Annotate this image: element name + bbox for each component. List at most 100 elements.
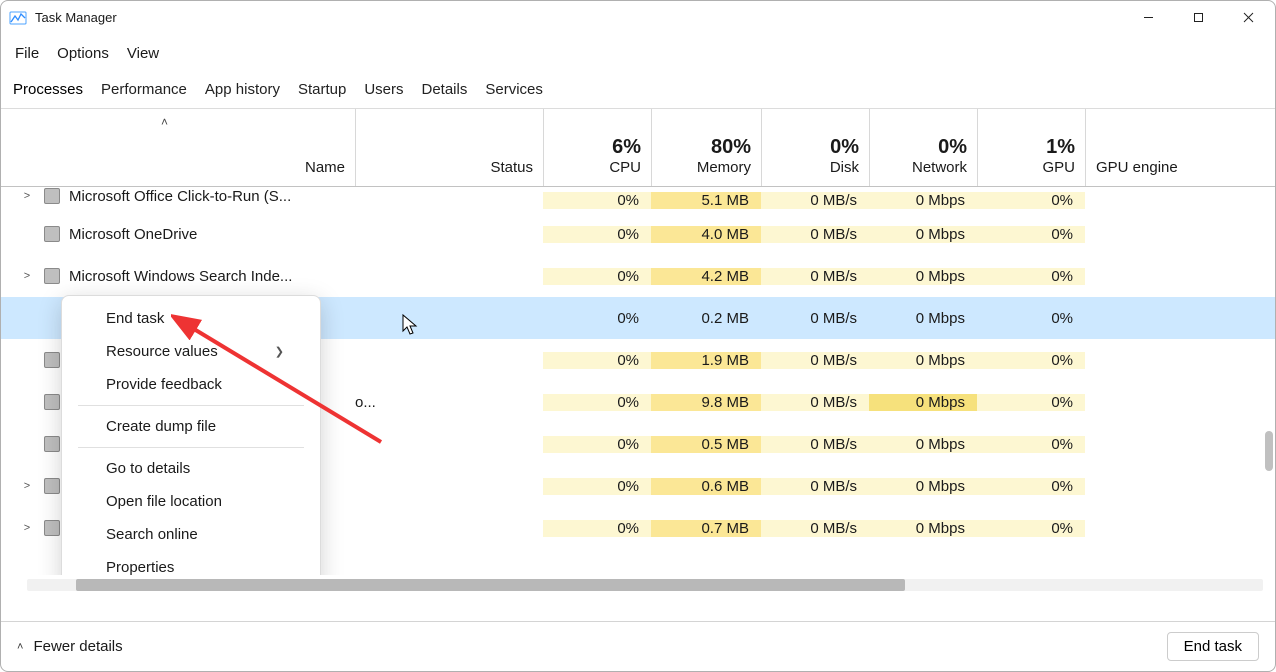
menu-view[interactable]: View [127,45,159,62]
column-status-label: Status [490,159,533,176]
cell-gpu: 0% [977,436,1085,453]
cpu-pct: 6% [554,136,641,159]
gpu-pct: 1% [988,136,1075,159]
column-disk[interactable]: 0% Disk [761,109,869,186]
context-menu-label: Provide feedback [106,376,222,393]
network-label: Network [880,159,967,176]
process-icon [43,477,61,495]
column-status[interactable]: Status [355,109,543,186]
cell-disk: 0 MB/s [761,268,869,285]
context-menu-label: Open file location [106,493,222,510]
window-minimize-button[interactable] [1123,2,1173,34]
cell-gpu: 0% [977,310,1085,327]
tab-performance[interactable]: Performance [97,75,191,104]
gpu-label: GPU [988,159,1075,176]
context-menu-item[interactable]: Properties [62,551,320,575]
column-network[interactable]: 0% Network [869,109,977,186]
context-menu-label: End task [106,310,164,327]
cell-cpu: 0% [543,226,651,243]
process-list[interactable]: ˃Microsoft Office Click-to-Run (S...0%5.… [1,187,1275,575]
tab-processes[interactable]: Processes [13,75,87,104]
expand-icon[interactable]: ˃ [19,190,35,202]
tab-details[interactable]: Details [418,75,472,104]
cell-mem: 5.1 MB [651,192,761,209]
process-icon [43,519,61,537]
memory-label: Memory [662,159,751,176]
expand-icon[interactable]: ˃ [19,480,35,492]
cell-disk: 0 MB/s [761,310,869,327]
cell-mem: 1.9 MB [651,352,761,369]
window-close-button[interactable] [1223,2,1273,34]
cell-disk: 0 MB/s [761,226,869,243]
context-menu-item[interactable]: Open file location [62,485,320,518]
cell-gpu: 0% [977,226,1085,243]
process-name: Microsoft Windows Search Inde... [69,268,292,285]
column-memory[interactable]: 80% Memory [651,109,761,186]
memory-pct: 80% [662,136,751,159]
expand-icon[interactable]: ˃ [19,270,35,282]
vertical-scrollbar-thumb[interactable] [1265,431,1273,471]
cell-gpu: 0% [977,352,1085,369]
cell-mem: 0.2 MB [651,310,761,327]
context-menu-item[interactable]: Provide feedback [62,368,320,401]
cell-net: 0 Mbps [869,268,977,285]
context-menu-item[interactable]: Resource values❯ [62,335,320,368]
tab-app-history[interactable]: App history [201,75,284,104]
context-menu-label: Properties [106,559,174,575]
tab-bar: Processes Performance App history Startu… [1,71,1275,109]
disk-label: Disk [772,159,859,176]
gpu-engine-label: GPU engine [1096,159,1265,176]
menu-separator [78,405,304,406]
cell-net: 0 Mbps [869,436,977,453]
expand-icon[interactable]: ˃ [19,522,35,534]
network-pct: 0% [880,136,967,159]
disk-pct: 0% [772,136,859,159]
context-menu-item[interactable]: Search online [62,518,320,551]
horizontal-scrollbar-thumb[interactable] [76,579,904,591]
cell-net: 0 Mbps [869,520,977,537]
menu-options[interactable]: Options [57,45,109,62]
cell-net: 0 Mbps [869,192,977,209]
column-gpu-engine[interactable]: GPU engine [1085,109,1275,186]
menu-bar: File Options View [1,35,1275,71]
end-task-button[interactable]: End task [1167,632,1259,661]
process-icon [43,435,61,453]
context-menu-label: Search online [106,526,198,543]
process-name: Microsoft OneDrive [69,226,197,243]
process-icon [43,309,61,327]
footer: ˄ Fewer details End task [1,621,1275,671]
column-cpu[interactable]: 6% CPU [543,109,651,186]
menu-file[interactable]: File [15,45,39,62]
tab-startup[interactable]: Startup [294,75,350,104]
cell-cpu: 0% [543,478,651,495]
tab-users[interactable]: Users [360,75,407,104]
cell-cpu: 0% [543,436,651,453]
horizontal-scrollbar-track[interactable] [27,579,1263,591]
process-row[interactable]: ˃Microsoft Office Click-to-Run (S...0%5.… [1,187,1275,213]
context-menu-item[interactable]: Create dump file [62,410,320,443]
process-row[interactable]: Microsoft OneDrive0%4.0 MB0 MB/s0 Mbps0% [1,213,1275,255]
cell-cpu: 0% [543,268,651,285]
cell-cpu: 0% [543,192,651,209]
tab-services[interactable]: Services [481,75,547,104]
cell-gpu: 0% [977,394,1085,411]
column-gpu[interactable]: 1% GPU [977,109,1085,186]
column-name-label: Name [305,159,345,176]
column-name[interactable]: ˄ Name [1,109,355,186]
process-icon [43,393,61,411]
context-menu-item[interactable]: End task [62,302,320,335]
column-header: ˄ Name Status 6% CPU 80% Memory 0% Disk … [1,109,1275,187]
window-maximize-button[interactable] [1173,2,1223,34]
process-icon [43,267,61,285]
cell-net: 0 Mbps [869,310,977,327]
app-icon [9,9,27,27]
context-menu-label: Go to details [106,460,190,477]
context-menu-item[interactable]: Go to details [62,452,320,485]
process-row[interactable]: ˃Microsoft Windows Search Inde...0%4.2 M… [1,255,1275,297]
window-title: Task Manager [35,10,117,25]
fewer-details-toggle[interactable]: ˄ Fewer details [17,638,123,655]
cell-gpu: 0% [977,268,1085,285]
process-icon [43,351,61,369]
cell-cpu: 0% [543,352,651,369]
cell-gpu: 0% [977,478,1085,495]
